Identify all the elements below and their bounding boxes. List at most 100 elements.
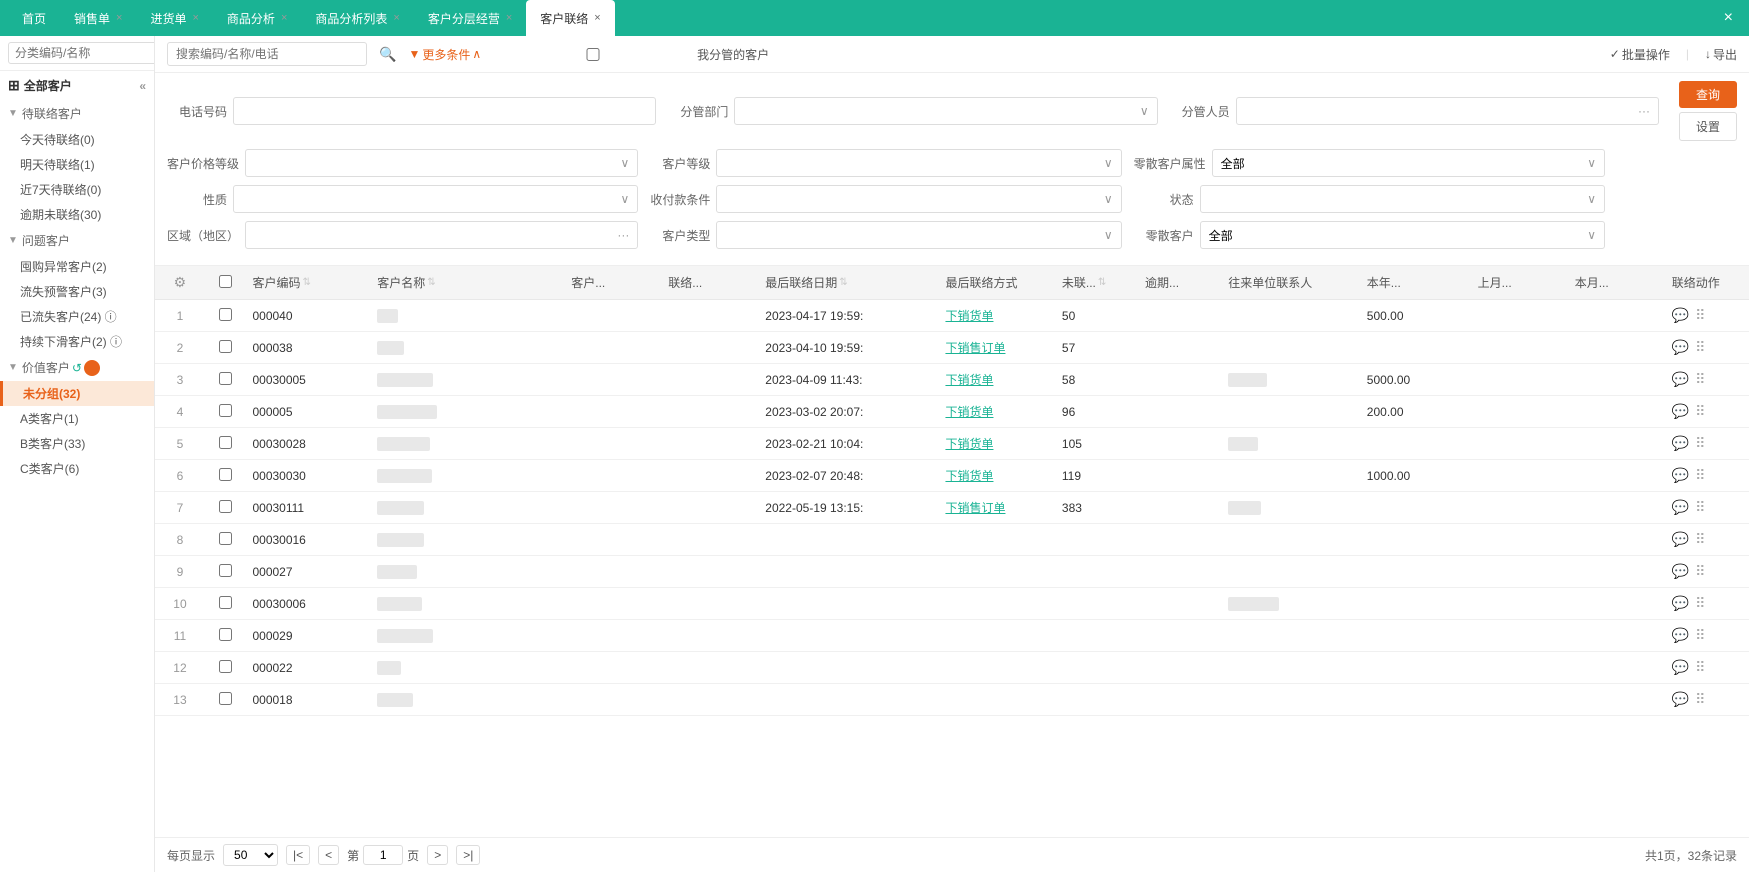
region-select[interactable]: ··· — [245, 221, 638, 249]
row-check[interactable] — [205, 332, 247, 364]
sort-icon-name[interactable]: ⇅ — [427, 277, 435, 288]
apps-icon[interactable]: ⠿ — [1695, 659, 1705, 676]
row-checkbox[interactable] — [219, 596, 232, 609]
export-button[interactable]: ↓ 导出 — [1705, 46, 1737, 63]
row-checkbox[interactable] — [219, 308, 232, 321]
batch-ops-button[interactable]: ✓ 批量操作 — [1610, 46, 1670, 63]
my-customers-checkbox-area[interactable]: 我分管的客户 — [493, 46, 769, 63]
sidebar-item-ungroup[interactable]: 未分组(32) — [0, 381, 154, 406]
customer-level-select[interactable]: ∨ — [716, 149, 1121, 177]
search-input[interactable] — [167, 42, 367, 66]
row-check[interactable] — [205, 652, 247, 684]
category-search-input[interactable] — [8, 42, 155, 64]
apps-icon[interactable]: ⠿ — [1695, 339, 1705, 356]
more-filters-button[interactable]: ▼ 更多条件 ∧ — [408, 46, 481, 63]
apps-icon[interactable]: ⠿ — [1695, 499, 1705, 516]
chat-icon[interactable]: 💬 — [1672, 435, 1689, 452]
th-settings[interactable]: ⚙ — [155, 266, 205, 300]
sidebar-group-problem[interactable]: ▼ 问题客户 — [0, 227, 154, 254]
tab-customer-segment[interactable]: 客户分层经营 × — [414, 0, 526, 36]
tab-sales[interactable]: 销售单 × — [60, 0, 136, 36]
row-check[interactable] — [205, 620, 247, 652]
sidebar-item-class-b[interactable]: B类客户(33) — [0, 431, 154, 456]
prev-page-btn[interactable]: < — [318, 845, 339, 865]
sidebar-all-customers[interactable]: ⊞ 全部客户 « — [0, 71, 154, 100]
chat-icon[interactable]: 💬 — [1672, 371, 1689, 388]
row-lastway[interactable] — [939, 684, 1055, 716]
person-select[interactable]: ··· — [1236, 97, 1659, 125]
row-lastway[interactable] — [939, 524, 1055, 556]
sidebar-item-tomorrow-pending[interactable]: 明天待联络(1) — [0, 152, 154, 177]
row-check[interactable] — [205, 556, 247, 588]
phone-input[interactable] — [233, 97, 656, 125]
sidebar-item-today-pending[interactable]: 今天待联络(0) — [0, 127, 154, 152]
row-checkbox[interactable] — [219, 436, 232, 449]
chat-icon[interactable]: 💬 — [1672, 307, 1689, 324]
row-lastway[interactable]: 下销货单 — [939, 300, 1055, 332]
row-lastway[interactable]: 下销货单 — [939, 460, 1055, 492]
apps-icon[interactable]: ⠿ — [1695, 371, 1705, 388]
apps-icon[interactable]: ⠿ — [1695, 467, 1705, 484]
sidebar-item-7day-pending[interactable]: 近7天待联络(0) — [0, 177, 154, 202]
row-lastway[interactable]: 下销货单 — [939, 364, 1055, 396]
my-customers-checkbox[interactable] — [493, 48, 693, 61]
sidebar-item-overdue-pending[interactable]: 逾期未联络(30) — [0, 202, 154, 227]
next-page-btn[interactable]: > — [427, 845, 448, 865]
chat-icon[interactable]: 💬 — [1672, 531, 1689, 548]
chat-icon[interactable]: 💬 — [1672, 659, 1689, 676]
last-page-btn[interactable]: >| — [456, 845, 480, 865]
sidebar-item-class-a[interactable]: A类客户(1) — [0, 406, 154, 431]
query-button[interactable]: 查询 — [1679, 81, 1737, 108]
apps-icon[interactable]: ⠿ — [1695, 595, 1705, 612]
row-lastway[interactable] — [939, 556, 1055, 588]
payment-select[interactable]: ∨ — [716, 185, 1121, 213]
sidebar-item-churn-warning[interactable]: 流失预警客户(3) — [0, 279, 154, 304]
row-lastway[interactable]: 下销售订单 — [939, 492, 1055, 524]
scatter-attr-select[interactable]: 全部 ∨ — [1212, 149, 1605, 177]
sidebar-item-declining[interactable]: 持续下滑客户(2) ⓘ — [0, 329, 154, 354]
chat-icon[interactable]: 💬 — [1672, 595, 1689, 612]
collapse-icon[interactable]: « — [139, 79, 146, 93]
row-check[interactable] — [205, 684, 247, 716]
close-all-button[interactable]: × — [1716, 9, 1741, 27]
row-check[interactable] — [205, 396, 247, 428]
row-lastway[interactable] — [939, 620, 1055, 652]
row-lastway[interactable] — [939, 652, 1055, 684]
sidebar-group-pending[interactable]: ▼ 待联络客户 — [0, 100, 154, 127]
nature-select[interactable]: ∨ — [233, 185, 638, 213]
row-check[interactable] — [205, 524, 247, 556]
chat-icon[interactable]: 💬 — [1672, 563, 1689, 580]
close-purchase-tab[interactable]: × — [192, 12, 198, 24]
status-select[interactable]: ∨ — [1200, 185, 1605, 213]
refresh-icon[interactable]: ↺ — [72, 361, 82, 375]
sort-icon-code[interactable]: ⇅ — [302, 277, 310, 288]
check-all[interactable] — [219, 275, 232, 288]
page-size-select[interactable]: 50 100 — [223, 844, 278, 866]
sidebar-item-churned[interactable]: 已流失客户(24) ⓘ — [0, 304, 154, 329]
price-level-select[interactable]: ∨ — [245, 149, 638, 177]
close-customer-contact-tab[interactable]: × — [594, 12, 600, 24]
row-checkbox[interactable] — [219, 404, 232, 417]
row-check[interactable] — [205, 460, 247, 492]
search-button[interactable]: 🔍 — [379, 46, 396, 63]
apps-icon[interactable]: ⠿ — [1695, 691, 1705, 708]
scatter-customer-select[interactable]: 全部 ∨ — [1200, 221, 1605, 249]
row-lastway[interactable]: 下销售订单 — [939, 332, 1055, 364]
close-product-list-tab[interactable]: × — [393, 12, 399, 24]
page-input[interactable] — [363, 845, 403, 865]
row-checkbox[interactable] — [219, 372, 232, 385]
chat-icon[interactable]: 💬 — [1672, 627, 1689, 644]
apps-icon[interactable]: ⠿ — [1695, 563, 1705, 580]
tab-product-analysis[interactable]: 商品分析 × — [213, 0, 301, 36]
close-customer-segment-tab[interactable]: × — [506, 12, 512, 24]
apps-icon[interactable]: ⠿ — [1695, 627, 1705, 644]
dept-select[interactable]: ∨ — [734, 97, 1157, 125]
tab-product-analysis-list[interactable]: 商品分析列表 × — [301, 0, 413, 36]
first-page-btn[interactable]: |< — [286, 845, 310, 865]
row-check[interactable] — [205, 588, 247, 620]
chat-icon[interactable]: 💬 — [1672, 499, 1689, 516]
sidebar-group-value[interactable]: ▼ 价值客户 ↺ — [0, 354, 154, 381]
reset-button[interactable]: 设置 — [1679, 112, 1737, 141]
row-lastway[interactable]: 下销货单 — [939, 396, 1055, 428]
row-check[interactable] — [205, 364, 247, 396]
